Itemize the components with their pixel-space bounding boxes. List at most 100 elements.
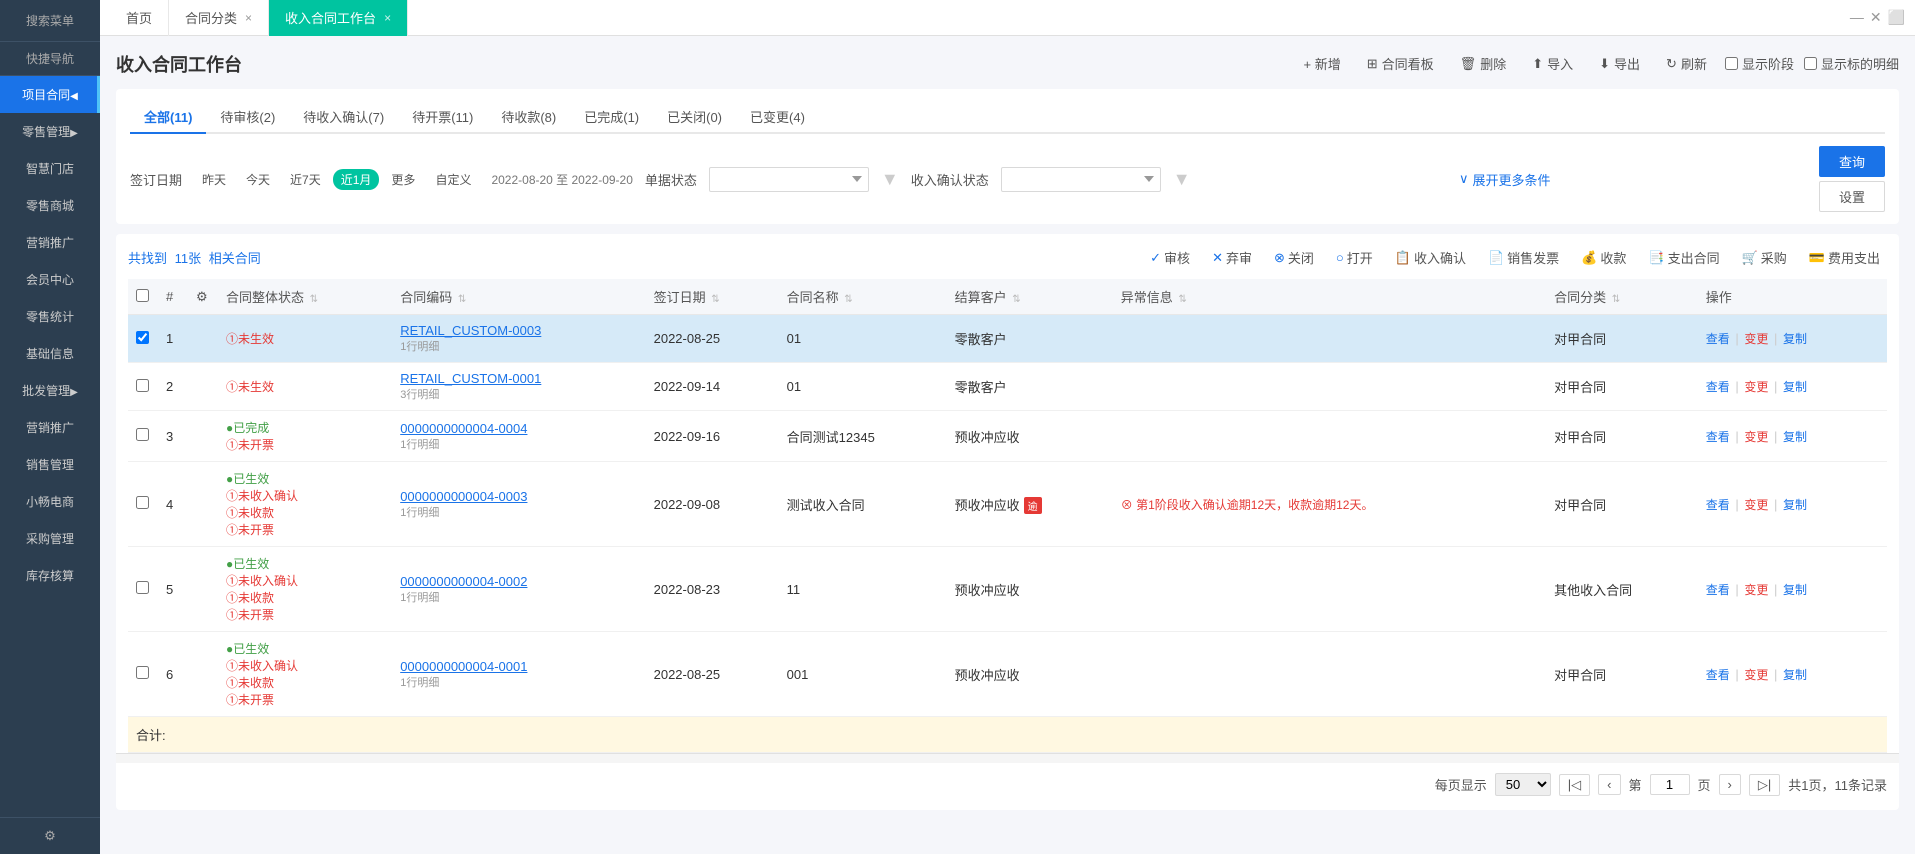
expand-conditions-button[interactable]: ∨ 展开更多条件 xyxy=(1459,170,1551,189)
action-btn-收入确认[interactable]: 📋收入确认 xyxy=(1388,244,1473,271)
contract-code-link[interactable]: RETAIL_CUSTOM-0001 xyxy=(400,371,541,386)
op-查看[interactable]: 查看 xyxy=(1706,583,1730,597)
sidebar-quick-nav[interactable]: 快捷导航 xyxy=(0,42,100,76)
minimize-button[interactable]: — xyxy=(1850,9,1864,26)
action-btn-费用支出[interactable]: 💳费用支出 xyxy=(1802,244,1887,271)
action-btn-弃审[interactable]: ✕弃审 xyxy=(1205,244,1259,271)
date-btn-更多[interactable]: 更多 xyxy=(383,169,423,190)
sidebar-item-smart-store[interactable]: 智慧门店 xyxy=(0,150,100,187)
op-查看[interactable]: 查看 xyxy=(1706,380,1730,394)
export-button[interactable]: ⬇ 导出 xyxy=(1591,50,1648,77)
setting-button[interactable]: 设置 xyxy=(1819,181,1885,212)
row-checkbox[interactable] xyxy=(136,581,149,594)
action-btn-审核[interactable]: ✓审核 xyxy=(1143,244,1197,271)
last-page-button[interactable]: ▷| xyxy=(1749,774,1780,796)
first-page-button[interactable]: |◁ xyxy=(1559,774,1590,796)
horizontal-scrollbar[interactable] xyxy=(116,753,1899,763)
sidebar-item-marketing[interactable]: 营销推广 xyxy=(0,224,100,261)
filter-tab-待审核[interactable]: 待审核(2) xyxy=(206,101,289,134)
row-checkbox[interactable] xyxy=(136,428,149,441)
sidebar-item-online-store[interactable]: 零售商城 xyxy=(0,187,100,224)
date-btn-今天[interactable]: 今天 xyxy=(238,169,278,190)
filter-tab-待开票[interactable]: 待开票(11) xyxy=(398,101,487,134)
filter-tab-待收入确认[interactable]: 待收入确认(7) xyxy=(289,101,398,134)
tab-close-button[interactable]: × xyxy=(384,11,391,25)
close-window-button[interactable]: ✕ xyxy=(1870,9,1882,26)
sidebar-settings[interactable]: ⚙ xyxy=(0,817,100,854)
action-btn-销售发票[interactable]: 📄销售发票 xyxy=(1481,244,1566,271)
op-复制[interactable]: 复制 xyxy=(1783,430,1807,444)
tab-close-button[interactable]: × xyxy=(245,11,252,25)
filter-tab-已变更[interactable]: 已变更(4) xyxy=(736,101,819,134)
action-btn-采购[interactable]: 🛒采购 xyxy=(1735,244,1794,271)
restore-button[interactable]: ⬜ xyxy=(1888,9,1905,26)
sidebar-item-member[interactable]: 会员中心 xyxy=(0,261,100,298)
tab-首页[interactable]: 首页 xyxy=(110,0,169,36)
doc-status-select[interactable] xyxy=(709,167,869,192)
sidebar-item-wholesale[interactable]: 批发管理▶ xyxy=(0,372,100,409)
tab-合同分类[interactable]: 合同分类× xyxy=(169,0,269,36)
sidebar-search[interactable]: 搜索菜单 xyxy=(0,0,100,42)
sidebar-item-mkt2[interactable]: 营销推广 xyxy=(0,409,100,446)
page-size-select[interactable]: 50 100 200 xyxy=(1495,773,1551,796)
sidebar-item-retail[interactable]: 零售管理▶ xyxy=(0,113,100,150)
action-btn-支出合同[interactable]: 📑支出合同 xyxy=(1641,244,1726,271)
next-page-button[interactable]: › xyxy=(1719,774,1741,795)
op-变更[interactable]: 变更 xyxy=(1744,583,1768,597)
action-btn-打开[interactable]: ○打开 xyxy=(1329,244,1380,271)
op-变更[interactable]: 变更 xyxy=(1744,332,1768,346)
date-btn-自定义[interactable]: 自定义 xyxy=(427,169,479,190)
op-变更[interactable]: 变更 xyxy=(1744,430,1768,444)
kanban-button[interactable]: ⊞ 合同看板 xyxy=(1359,50,1442,77)
date-btn-昨天[interactable]: 昨天 xyxy=(194,169,234,190)
settings-col-header[interactable]: ⚙ xyxy=(188,279,218,315)
contract-code-link[interactable]: 0000000000004-0001 xyxy=(400,659,527,674)
show-details-checkbox[interactable]: 显示标的明细 xyxy=(1804,54,1899,73)
row-checkbox[interactable] xyxy=(136,379,149,392)
sidebar-item-sales[interactable]: 销售管理 xyxy=(0,446,100,483)
sidebar-item-basic[interactable]: 基础信息 xyxy=(0,335,100,372)
sidebar-item-purchase[interactable]: 采购管理 xyxy=(0,520,100,557)
op-查看[interactable]: 查看 xyxy=(1706,430,1730,444)
op-查看[interactable]: 查看 xyxy=(1706,668,1730,682)
select-all-checkbox[interactable] xyxy=(136,289,149,302)
page-number-input[interactable] xyxy=(1650,774,1690,795)
contract-code-link[interactable]: 0000000000004-0003 xyxy=(400,489,527,504)
filter-tab-已完成[interactable]: 已完成(1) xyxy=(570,101,653,134)
new-button[interactable]: + 新增 xyxy=(1296,50,1349,77)
row-checkbox[interactable] xyxy=(136,331,149,344)
op-变更[interactable]: 变更 xyxy=(1744,380,1768,394)
query-button[interactable]: 查询 xyxy=(1819,146,1885,177)
op-复制[interactable]: 复制 xyxy=(1783,583,1807,597)
contract-code-link[interactable]: 0000000000004-0002 xyxy=(400,574,527,589)
row-checkbox[interactable] xyxy=(136,496,149,509)
refresh-button[interactable]: ↻ 刷新 xyxy=(1658,50,1715,77)
filter-tab-全部[interactable]: 全部(11) xyxy=(130,101,206,134)
op-变更[interactable]: 变更 xyxy=(1744,668,1768,682)
sidebar-item-ecommerce[interactable]: 小畅电商 xyxy=(0,483,100,520)
date-btn-近1月[interactable]: 近1月 xyxy=(333,169,380,190)
sidebar-item-inventory[interactable]: 库存核算 xyxy=(0,557,100,594)
date-btn-近7天[interactable]: 近7天 xyxy=(282,169,329,190)
op-复制[interactable]: 复制 xyxy=(1783,498,1807,512)
show-fields-checkbox[interactable]: 显示阶段 xyxy=(1725,54,1794,73)
contract-code-link[interactable]: 0000000000004-0004 xyxy=(400,421,527,436)
prev-page-button[interactable]: ‹ xyxy=(1598,774,1620,795)
contract-code-link[interactable]: RETAIL_CUSTOM-0003 xyxy=(400,323,541,338)
filter-tab-已关闭[interactable]: 已关闭(0) xyxy=(653,101,736,134)
op-查看[interactable]: 查看 xyxy=(1706,498,1730,512)
import-button[interactable]: ⬆ 导入 xyxy=(1524,50,1581,77)
op-查看[interactable]: 查看 xyxy=(1706,332,1730,346)
sidebar-item-project[interactable]: 项目合同◀ xyxy=(0,76,100,113)
income-confirm-select[interactable] xyxy=(1001,167,1161,192)
filter-tab-待收款[interactable]: 待收款(8) xyxy=(487,101,570,134)
op-复制[interactable]: 复制 xyxy=(1783,668,1807,682)
delete-button[interactable]: 🗑 删除 xyxy=(1452,50,1515,77)
op-变更[interactable]: 变更 xyxy=(1744,498,1768,512)
sidebar-item-stats[interactable]: 零售统计 xyxy=(0,298,100,335)
row-checkbox[interactable] xyxy=(136,666,149,679)
action-btn-关闭[interactable]: ⊗关闭 xyxy=(1267,244,1321,271)
op-复制[interactable]: 复制 xyxy=(1783,332,1807,346)
action-btn-收款[interactable]: 💰收款 xyxy=(1574,244,1633,271)
op-复制[interactable]: 复制 xyxy=(1783,380,1807,394)
